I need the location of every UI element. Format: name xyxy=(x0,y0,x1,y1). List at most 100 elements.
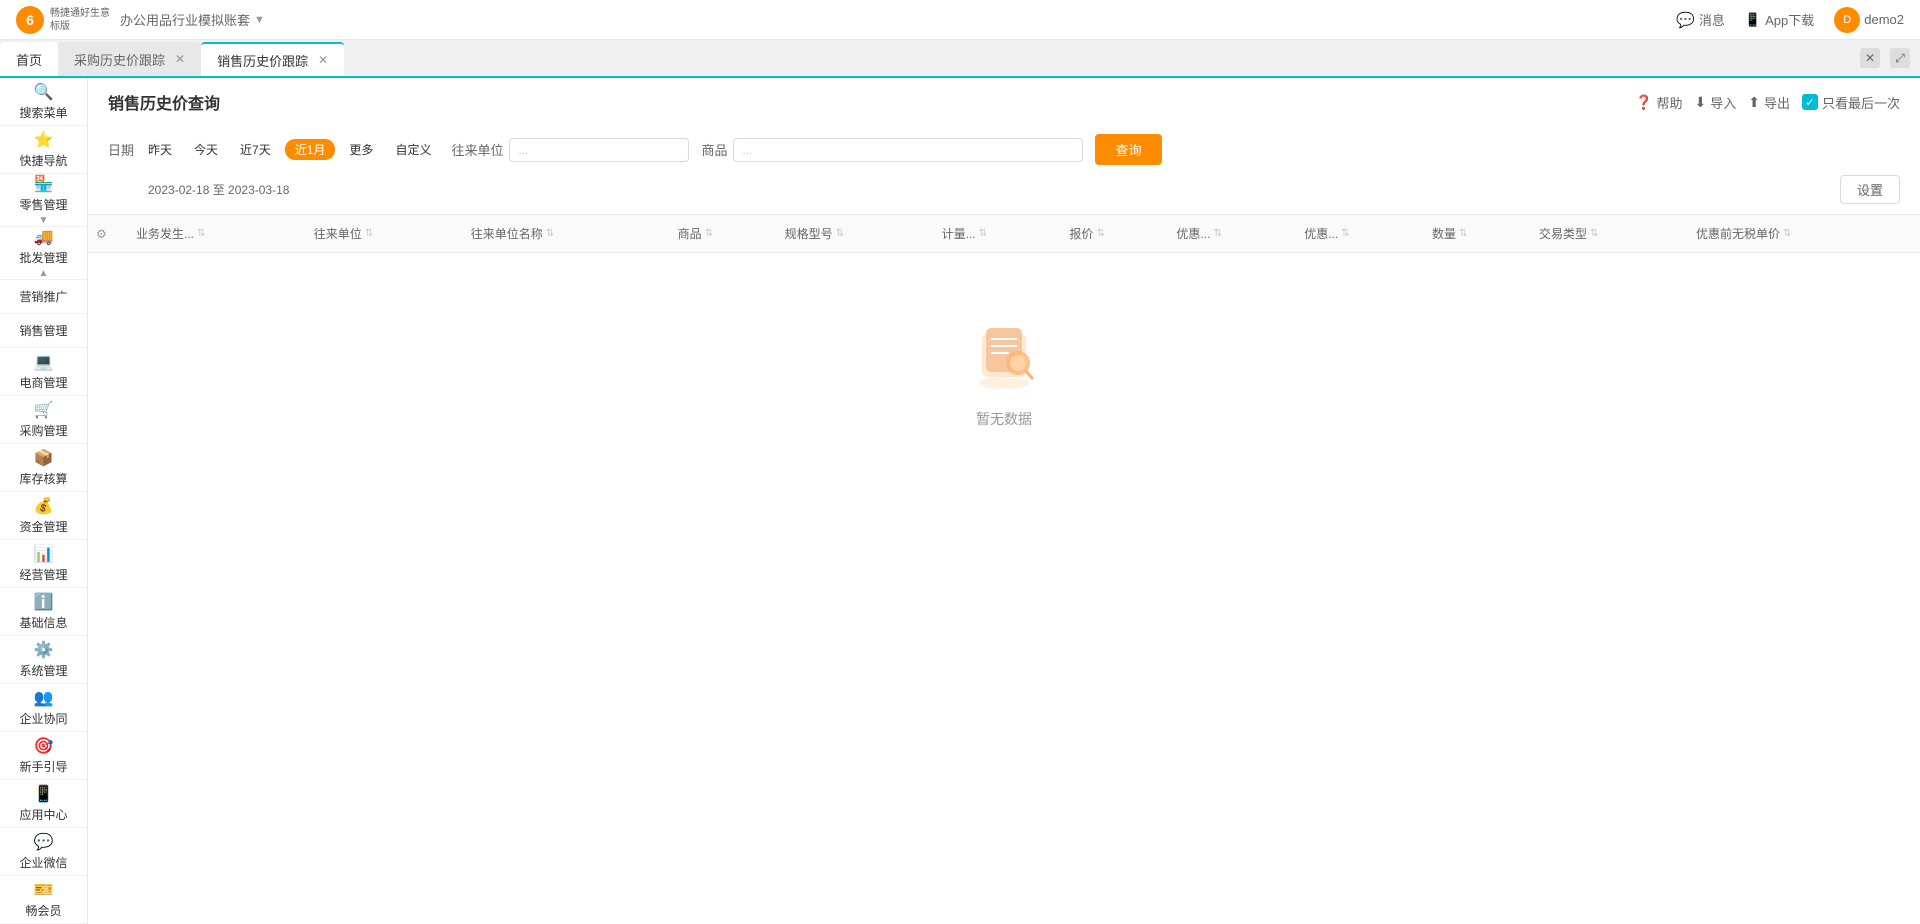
date-filter-group: 日期 昨天 今天 近7天 近1月 更多 自定义 xyxy=(108,139,439,160)
sidebar-item-finance[interactable]: 💰 资金管理 xyxy=(0,492,87,540)
system-icon: ⚙️ xyxy=(34,640,54,660)
marketing-label: 营销推广 xyxy=(19,290,67,304)
col-goods-sort-icon: ⇅ xyxy=(705,228,713,239)
col-spec-content[interactable]: 规格型号 ⇅ xyxy=(785,225,926,242)
finance-icon: 💰 xyxy=(34,496,54,516)
username: demo2 xyxy=(1864,12,1904,27)
sidebar-item-enterprise-collab[interactable]: 👥 企业协同 xyxy=(0,684,87,732)
col-unit-content[interactable]: 计量... ⇅ xyxy=(942,225,1054,242)
sidebar-item-purchase-manage[interactable]: 🛒 采购管理 xyxy=(0,396,87,444)
quick-nav-label: 快捷导航 xyxy=(19,152,67,169)
sidebar-item-enterprise-wechat[interactable]: 💬 企业微信 xyxy=(0,828,87,876)
col-goods-content[interactable]: 商品 ⇅ xyxy=(678,225,769,242)
col-business-date[interactable]: 业务发生... ⇅ xyxy=(128,215,306,253)
partner-input[interactable]: ... xyxy=(509,138,689,162)
col-quantity-content[interactable]: 数量 ⇅ xyxy=(1432,225,1523,242)
col-unit-label: 计量... xyxy=(942,225,976,242)
sidebar-item-sales-manage[interactable]: 销售管理 xyxy=(0,314,87,348)
partner-label: 往来单位 xyxy=(451,140,503,159)
sidebar-item-inventory[interactable]: 📦 库存核算 xyxy=(0,444,87,492)
tab-bar: 首页 采购历史价跟踪 ✕ 销售历史价跟踪 ✕ ✕ ⤢ xyxy=(0,40,1920,78)
checkbox-checked-icon: ✓ xyxy=(1802,94,1818,110)
help-button[interactable]: ❓ 帮助 xyxy=(1635,93,1682,112)
query-button[interactable]: 查询 xyxy=(1095,134,1161,165)
date-btn-yesterday[interactable]: 昨天 xyxy=(140,139,180,160)
sidebar-item-retail-manage[interactable]: 🏪 零售管理 ▼ xyxy=(0,174,87,227)
date-btn-custom[interactable]: 自定义 xyxy=(387,139,439,160)
goods-input-dots: ... xyxy=(742,143,752,157)
sidebar-item-operation[interactable]: 📊 经营管理 xyxy=(0,540,87,588)
page-header: 销售历史价查询 ❓ 帮助 ⬇ 导入 ⬆ 导出 ✓ xyxy=(88,78,1920,215)
col-partner-name-content[interactable]: 往来单位名称 ⇅ xyxy=(471,225,662,242)
tab-purchase-history[interactable]: 采购历史价跟踪 ✕ xyxy=(58,42,201,76)
empty-svg xyxy=(964,313,1044,393)
col-partner-name[interactable]: 往来单位名称 ⇅ xyxy=(463,215,670,253)
col-discount2-content[interactable]: 优惠... ⇅ xyxy=(1304,225,1416,242)
inventory-label: 库存核算 xyxy=(19,470,67,487)
sidebar-item-new-guide[interactable]: 🎯 新手引导 xyxy=(0,732,87,780)
goods-label: 商品 xyxy=(701,140,727,159)
col-goods[interactable]: 商品 ⇅ xyxy=(670,215,777,253)
col-trade-type-content[interactable]: 交易类型 ⇅ xyxy=(1539,225,1680,242)
partner-input-dots: ... xyxy=(518,143,528,157)
tab-home[interactable]: 首页 xyxy=(0,42,58,76)
date-label: 日期 xyxy=(108,140,134,159)
breadcrumb-dropdown-icon[interactable]: ▼ xyxy=(254,14,265,26)
sidebar-item-ecommerce[interactable]: 💻 电商管理 xyxy=(0,348,87,396)
sidebar-item-wholesale-manage[interactable]: 🚚 批发管理 ▲ xyxy=(0,227,87,280)
date-btn-1month[interactable]: 近1月 xyxy=(285,139,336,160)
sidebar-item-marketing[interactable]: 营销推广 xyxy=(0,280,87,314)
col-spec-sort-icon: ⇅ xyxy=(836,228,844,239)
col-trade-type[interactable]: 交易类型 ⇅ xyxy=(1531,215,1688,253)
col-pre-tax-price-content[interactable]: 优惠前无税单价 ⇅ xyxy=(1696,225,1912,242)
enterprise-collab-icon: 👥 xyxy=(34,688,54,708)
col-trade-type-label: 交易类型 xyxy=(1539,225,1587,242)
col-settings[interactable]: ⚙ xyxy=(88,215,128,253)
col-business-date-content[interactable]: 业务发生... ⇅ xyxy=(136,225,298,242)
tab-sales-close[interactable]: ✕ xyxy=(318,53,328,67)
col-discount2[interactable]: 优惠... ⇅ xyxy=(1296,215,1424,253)
action-buttons: 查询 xyxy=(1095,134,1161,165)
col-discount1[interactable]: 优惠... ⇅ xyxy=(1168,215,1296,253)
col-pre-tax-price[interactable]: 优惠前无税单价 ⇅ xyxy=(1688,215,1920,253)
settings-button[interactable]: 设置 xyxy=(1840,175,1900,204)
date-btn-today[interactable]: 今天 xyxy=(186,139,226,160)
table-header-row: ⚙ 业务发生... ⇅ 往来单位 ⇅ xyxy=(88,215,1920,253)
maximize-button[interactable]: ⤢ xyxy=(1890,48,1910,68)
data-table: ⚙ 业务发生... ⇅ 往来单位 ⇅ xyxy=(88,215,1920,253)
export-label: 导出 xyxy=(1764,93,1790,112)
sidebar-item-system-manage[interactable]: ⚙️ 系统管理 xyxy=(0,636,87,684)
close-all-tabs-button[interactable]: ✕ xyxy=(1860,48,1880,68)
date-btn-more[interactable]: 更多 xyxy=(341,139,381,160)
col-quote[interactable]: 报价 ⇅ xyxy=(1061,215,1168,253)
import-button[interactable]: ⬇ 导入 xyxy=(1694,93,1736,112)
message-button[interactable]: 💬 消息 xyxy=(1676,10,1725,29)
sidebar-item-member[interactable]: 🎫 畅会员 xyxy=(0,876,87,924)
tab-sales-history[interactable]: 销售历史价跟踪 ✕ xyxy=(201,42,344,76)
col-unit[interactable]: 计量... ⇅ xyxy=(934,215,1062,253)
help-label: 帮助 xyxy=(1656,93,1682,112)
col-quote-content[interactable]: 报价 ⇅ xyxy=(1069,225,1160,242)
ecommerce-icon: 💻 xyxy=(34,352,54,372)
sidebar-item-search-menu[interactable]: 🔍 搜索菜单 xyxy=(0,78,87,126)
date-btn-7days[interactable]: 近7天 xyxy=(232,139,279,160)
tab-purchase-close[interactable]: ✕ xyxy=(175,52,185,66)
sidebar-item-app-center[interactable]: 📱 应用中心 xyxy=(0,780,87,828)
gear-icon[interactable]: ⚙ xyxy=(96,227,107,241)
goods-input[interactable]: ... xyxy=(733,138,1083,162)
breadcrumb[interactable]: 办公用品行业模拟账套 ▼ xyxy=(120,10,265,29)
sidebar-item-basic-info[interactable]: ℹ️ 基础信息 xyxy=(0,588,87,636)
col-spec[interactable]: 规格型号 ⇅ xyxy=(777,215,934,253)
col-partner-code-content[interactable]: 往来单位 ⇅ xyxy=(314,225,455,242)
export-button[interactable]: ⬆ 导出 xyxy=(1748,93,1790,112)
col-partner-code[interactable]: 往来单位 ⇅ xyxy=(306,215,463,253)
only-last-checkbox[interactable]: ✓ 只看最后一次 xyxy=(1802,93,1900,112)
col-spec-label: 规格型号 xyxy=(785,225,833,242)
col-discount1-content[interactable]: 优惠... ⇅ xyxy=(1176,225,1288,242)
goods-filter-group: 商品 ... xyxy=(701,138,1083,162)
app-download-button[interactable]: 📱 App下载 xyxy=(1745,10,1814,29)
col-pre-tax-price-label: 优惠前无税单价 xyxy=(1696,225,1780,242)
col-quantity[interactable]: 数量 ⇅ xyxy=(1424,215,1531,253)
user-area[interactable]: D demo2 xyxy=(1834,7,1904,33)
sidebar-item-quick-nav[interactable]: ⭐ 快捷导航 xyxy=(0,126,87,174)
